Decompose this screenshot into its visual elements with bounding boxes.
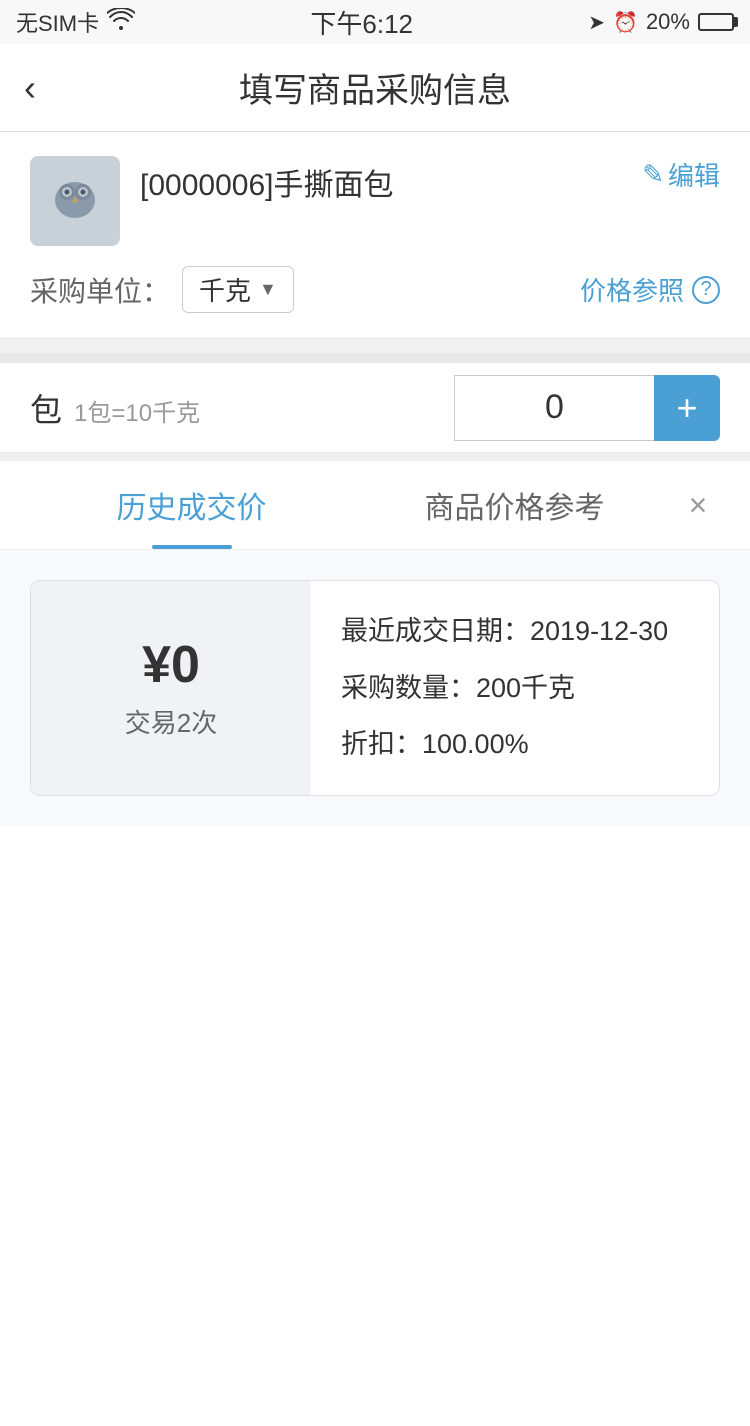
card-area: ¥0 交易2次 最近成交日期：2019-12-30 采购数量：200千克 折扣：… xyxy=(0,550,750,826)
tab-history-label: 历史成交价 xyxy=(117,483,267,527)
quantity-section: 包 1包=10千克 0 + xyxy=(0,363,750,453)
product-left: [0000006]手撕面包 xyxy=(30,156,393,246)
quantity-unit-hint: 1包=10千克 xyxy=(74,393,200,428)
product-header: [0000006]手撕面包 ✎ 编辑 xyxy=(30,156,720,246)
plus-icon: + xyxy=(676,387,697,429)
qty-value: 200千克 xyxy=(476,673,575,703)
nav-bar: ‹ 填写商品采购信息 xyxy=(0,44,750,132)
quantity-unit-label: 包 xyxy=(30,385,62,431)
dropdown-arrow-icon: ▼ xyxy=(259,279,277,300)
tab-product-price-ref[interactable]: 商品价格参考 xyxy=(353,461,676,549)
discount-label: 折扣： xyxy=(341,729,422,759)
card-left: ¥0 交易2次 xyxy=(31,581,311,795)
price-ref-label: 价格参照 xyxy=(580,271,684,308)
unit-value: 千克 xyxy=(199,271,251,308)
card-qty-row: 采购数量：200千克 xyxy=(341,668,689,709)
tab-history-price[interactable]: 历史成交价 xyxy=(30,461,353,549)
product-section: [0000006]手撕面包 ✎ 编辑 采购单位： 千克 ▼ 价格参照 ? xyxy=(0,132,750,337)
battery-icon xyxy=(698,13,734,31)
wifi-icon xyxy=(107,8,135,36)
carrier-text: 无SIM卡 xyxy=(16,6,99,38)
card-price-value: ¥0 xyxy=(142,635,200,695)
product-name: [0000006]手撕面包 xyxy=(140,156,393,204)
quantity-controls: 0 + xyxy=(454,375,720,441)
page-title: 填写商品采购信息 xyxy=(239,63,511,112)
help-circle-icon[interactable]: ? xyxy=(692,276,720,304)
status-left: 无SIM卡 xyxy=(16,6,135,38)
edit-icon: ✎ xyxy=(642,159,664,190)
purchase-unit-text: 采购单位： xyxy=(30,270,170,310)
product-thumbnail xyxy=(30,156,120,246)
discount-value: 100.00% xyxy=(422,729,529,759)
location-icon: ➤ xyxy=(588,10,605,35)
quantity-label-area: 包 1包=10千克 xyxy=(30,385,200,431)
status-time: 下午6:12 xyxy=(310,4,413,41)
edit-link[interactable]: ✎ 编辑 xyxy=(642,156,720,193)
date-label: 最近成交日期： xyxy=(341,616,530,646)
card-transactions-count: 交易2次 xyxy=(125,703,217,740)
tabs-row: 历史成交价 商品价格参考 × xyxy=(0,461,750,550)
edit-label: 编辑 xyxy=(668,156,720,193)
status-bar: 无SIM卡 下午6:12 ➤ ⏰ 20% xyxy=(0,0,750,44)
purchase-unit-left: 采购单位： 千克 ▼ xyxy=(30,266,294,313)
card-discount-row: 折扣：100.00% xyxy=(341,724,689,765)
section-divider xyxy=(0,353,750,363)
bottom-panel: 历史成交价 商品价格参考 × ¥0 交易2次 最近成交日期：2019-12-30… xyxy=(0,461,750,1426)
product-logo-icon xyxy=(45,166,105,236)
quantity-plus-button[interactable]: + xyxy=(654,375,720,441)
card-date-row: 最近成交日期：2019-12-30 xyxy=(341,611,689,652)
status-right: ➤ ⏰ 20% xyxy=(588,9,734,35)
alarm-icon: ⏰ xyxy=(613,10,638,35)
battery-percent-text: 20% xyxy=(646,9,690,35)
unit-dropdown[interactable]: 千克 ▼ xyxy=(182,266,294,313)
panel-close-button[interactable]: × xyxy=(676,483,720,527)
purchase-unit-row: 采购单位： 千克 ▼ 价格参照 ? xyxy=(30,266,720,313)
quantity-value: 0 xyxy=(545,388,564,427)
back-button[interactable]: ‹ xyxy=(24,67,36,109)
close-icon: × xyxy=(689,487,708,524)
tab-active-indicator xyxy=(152,545,232,549)
qty-label: 采购数量： xyxy=(341,673,476,703)
transaction-card: ¥0 交易2次 最近成交日期：2019-12-30 采购数量：200千克 折扣：… xyxy=(30,580,720,796)
price-ref-button[interactable]: 价格参照 ? xyxy=(580,271,720,308)
card-right: 最近成交日期：2019-12-30 采购数量：200千克 折扣：100.00% xyxy=(311,581,719,795)
quantity-input[interactable]: 0 xyxy=(454,375,654,441)
tab-price-ref-label: 商品价格参考 xyxy=(425,483,605,527)
content-fill-area xyxy=(0,826,750,1426)
date-value: 2019-12-30 xyxy=(530,616,668,646)
